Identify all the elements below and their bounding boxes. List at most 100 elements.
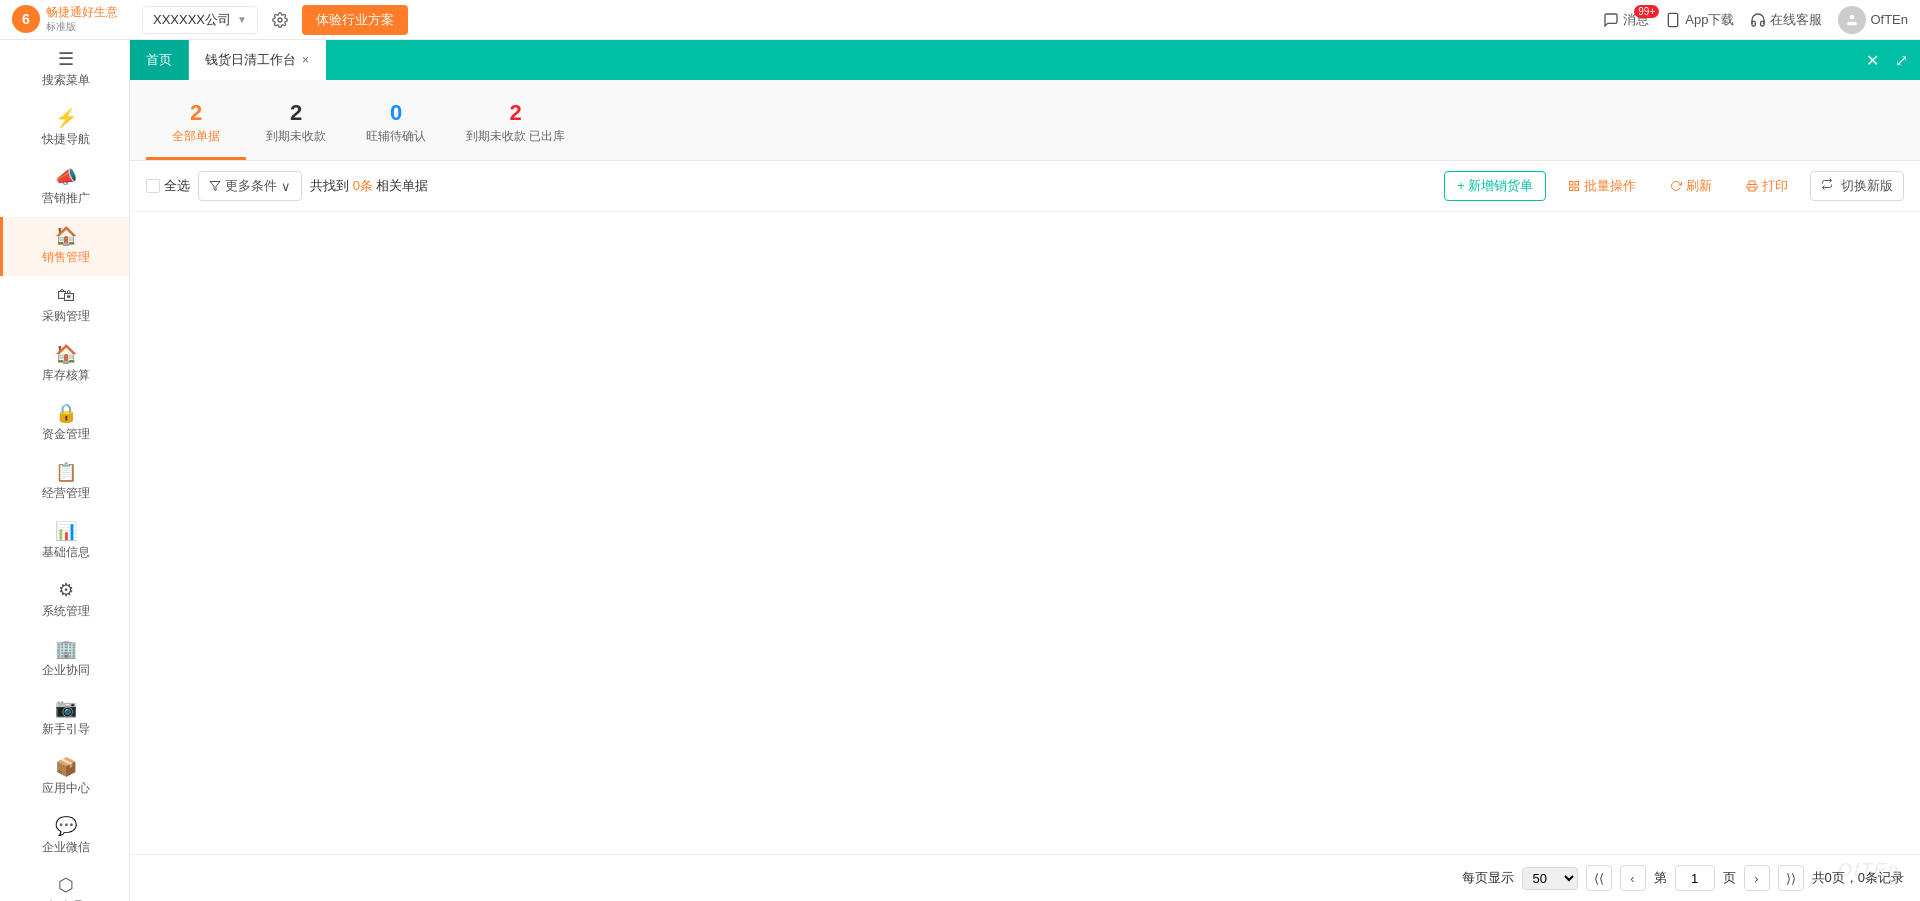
filter-dropdown-icon: ∨ (281, 179, 291, 194)
top-bar-right: 消息 99+ App下载 在线客服 OfTEn (1603, 6, 1908, 34)
sidebar-item-sales[interactable]: 🏠 销售管理 (0, 217, 129, 276)
purchase-icon: 🛍 (57, 286, 75, 304)
page-content: 2 全部单据 2 到期未收款 0 旺辅待确认 2 到期未收款 已出库 (130, 80, 1920, 901)
svg-rect-6 (1575, 182, 1579, 186)
sidebar-item-operation[interactable]: 📋 经营管理 (0, 453, 129, 512)
page-input[interactable]: 1 (1675, 865, 1715, 891)
toolbar-left: 全选 更多条件 ∨ 共找到 0条 相关单据 (146, 171, 1436, 201)
per-page-select[interactable]: 50 20 100 (1522, 867, 1578, 890)
message-btn[interactable]: 消息 99+ (1603, 11, 1649, 29)
sidebar-item-label-system: 系统管理 (42, 603, 90, 620)
logo-name: 畅捷通好生意 (46, 5, 118, 19)
user-avatar[interactable]: OfTEn (1838, 6, 1908, 34)
sidebar-item-guide[interactable]: 📷 新手引导 (0, 689, 129, 748)
summary-tab-overdue-warehouse[interactable]: 2 到期未收款 已出库 (446, 92, 585, 160)
sidebar-item-app-center[interactable]: 📦 应用中心 (0, 748, 129, 807)
operation-icon: 📋 (55, 463, 77, 481)
message-badge: 99+ (1634, 5, 1659, 18)
company-selector[interactable]: XXXXXX公司 ▼ (142, 6, 258, 34)
sidebar-item-label-basic-info: 基础信息 (42, 544, 90, 561)
online-service-btn[interactable]: 在线客服 (1750, 11, 1822, 29)
wechat-icon: 💬 (55, 817, 77, 835)
refresh-btn[interactable]: 刷新 (1658, 172, 1724, 200)
summary-tab-all-num: 2 (166, 100, 226, 126)
switch-new-version-btn[interactable]: 切换新版 (1810, 171, 1904, 201)
select-all-checkbox[interactable]: 全选 (146, 177, 190, 195)
sales-icon: 🏠 (55, 227, 77, 245)
sidebar-item-wechat[interactable]: 💬 企业微信 (0, 807, 129, 866)
inventory-icon: 🏠 (55, 345, 77, 363)
summary-tab-overdue-unpaid[interactable]: 2 到期未收款 (246, 92, 346, 160)
tab-close-window-icon[interactable]: ✕ (1862, 47, 1883, 74)
trial-button[interactable]: 体验行业方案 (302, 5, 408, 35)
basic-info-icon: 📊 (55, 522, 77, 540)
last-page-btn[interactable]: ⟩⟩ (1778, 865, 1804, 891)
print-btn[interactable]: 打印 (1734, 172, 1800, 200)
per-page-label: 每页显示 (1462, 869, 1514, 887)
avatar-icon (1838, 6, 1866, 34)
sidebar-item-quick-nav[interactable]: ⚡ 快捷导航 (0, 99, 129, 158)
online-service-label: 在线客服 (1770, 11, 1822, 29)
app-center-icon: 📦 (55, 758, 77, 776)
switch-btn-label: 切换新版 (1841, 178, 1893, 193)
logo-icon: 6 (12, 5, 40, 33)
refresh-btn-label: 刷新 (1686, 177, 1712, 195)
summary-tab-wangwang-num: 0 (366, 100, 426, 126)
sidebar-item-purchase[interactable]: 🛍 采购管理 (0, 276, 129, 335)
finance-icon: 🔒 (55, 404, 77, 422)
pagination: 每页显示 50 20 100 ⟨⟨ ‹ 第 1 页 › ⟩⟩ 共0页，0条记录 (130, 854, 1920, 901)
sidebar-item-inventory[interactable]: 🏠 库存核算 (0, 335, 129, 394)
enterprise-icon: 🏢 (55, 640, 77, 658)
content-area: 首页 钱货日清工作台 × ✕ ⤢ 2 全部单据 2 到期未收款 (130, 40, 1920, 901)
tab-home[interactable]: 首页 (130, 40, 189, 80)
sidebar-item-system[interactable]: ⚙ 系统管理 (0, 571, 129, 630)
first-page-btn[interactable]: ⟨⟨ (1586, 865, 1612, 891)
sidebar-item-label-purchase: 采购管理 (42, 308, 90, 325)
filter-btn-label: 更多条件 (225, 177, 277, 195)
sidebar-item-marketing[interactable]: 📣 营销推广 (0, 158, 129, 217)
next-page-btn[interactable]: › (1744, 865, 1770, 891)
sidebar-item-label-finance: 资金管理 (42, 426, 90, 443)
tab-expand-icon[interactable]: ⤢ (1891, 47, 1912, 74)
svg-marker-4 (210, 182, 220, 191)
sidebar-item-finance[interactable]: 🔒 资金管理 (0, 394, 129, 453)
summary-tab-all[interactable]: 2 全部单据 (146, 92, 246, 160)
add-sales-order-btn[interactable]: + 新增销货单 (1444, 171, 1546, 201)
table-area (130, 212, 1920, 854)
sidebar: ☰ 搜索菜单 ⚡ 快捷导航 📣 营销推广 🏠 销售管理 🛍 采购管理 🏠 库存核… (0, 40, 130, 901)
toolbar: 全选 更多条件 ∨ 共找到 0条 相关单据 + 新增销货单 (130, 161, 1920, 212)
system-icon: ⚙ (58, 581, 74, 599)
summary-tab-overdue-warehouse-label: 到期未收款 已出库 (466, 128, 565, 145)
summary-tab-wangwang[interactable]: 0 旺辅待确认 (346, 92, 446, 160)
app-download-label: App下载 (1685, 11, 1734, 29)
logo-tag: 标准版 (46, 20, 118, 34)
checkbox-icon[interactable] (146, 179, 160, 193)
sidebar-item-label-enterprise: 企业协同 (42, 662, 90, 679)
print-btn-label: 打印 (1762, 177, 1788, 195)
tab-close-icon[interactable]: × (302, 53, 309, 67)
settings-icon[interactable] (266, 6, 294, 34)
app-download-btn[interactable]: App下载 (1665, 11, 1734, 29)
tab-bar-actions: ✕ ⤢ (1862, 40, 1920, 80)
toolbar-right: + 新增销货单 批量操作 刷新 打印 切换新版 (1444, 171, 1904, 201)
sidebar-item-search-menu[interactable]: ☰ 搜索菜单 (0, 40, 129, 99)
tab-workbench[interactable]: 钱货日清工作台 × (189, 40, 326, 80)
summary-tab-all-label: 全部单据 (166, 128, 226, 145)
summary-tab-overdue-unpaid-num: 2 (266, 100, 326, 126)
select-all-label: 全选 (164, 177, 190, 195)
svg-point-3 (1850, 14, 1855, 19)
prev-page-btn[interactable]: ‹ (1620, 865, 1646, 891)
sidebar-item-member[interactable]: ⬡ 畅会员 (0, 866, 129, 901)
more-filter-btn[interactable]: 更多条件 ∨ (198, 171, 302, 201)
main-layout: ☰ 搜索菜单 ⚡ 快捷导航 📣 营销推广 🏠 销售管理 🛍 采购管理 🏠 库存核… (0, 40, 1920, 901)
total-info: 共0页，0条记录 (1812, 869, 1904, 887)
found-text: 共找到 0条 相关单据 (310, 177, 428, 195)
batch-operation-btn[interactable]: 批量操作 (1556, 172, 1648, 200)
company-name: XXXXXX公司 (153, 11, 231, 29)
tab-bar: 首页 钱货日清工作台 × ✕ ⤢ (130, 40, 1920, 80)
sidebar-item-label-wechat: 企业微信 (42, 839, 90, 856)
sidebar-item-basic-info[interactable]: 📊 基础信息 (0, 512, 129, 571)
sidebar-item-label-search-menu: 搜索菜单 (42, 72, 90, 89)
sidebar-item-label-inventory: 库存核算 (42, 367, 90, 384)
sidebar-item-enterprise[interactable]: 🏢 企业协同 (0, 630, 129, 689)
